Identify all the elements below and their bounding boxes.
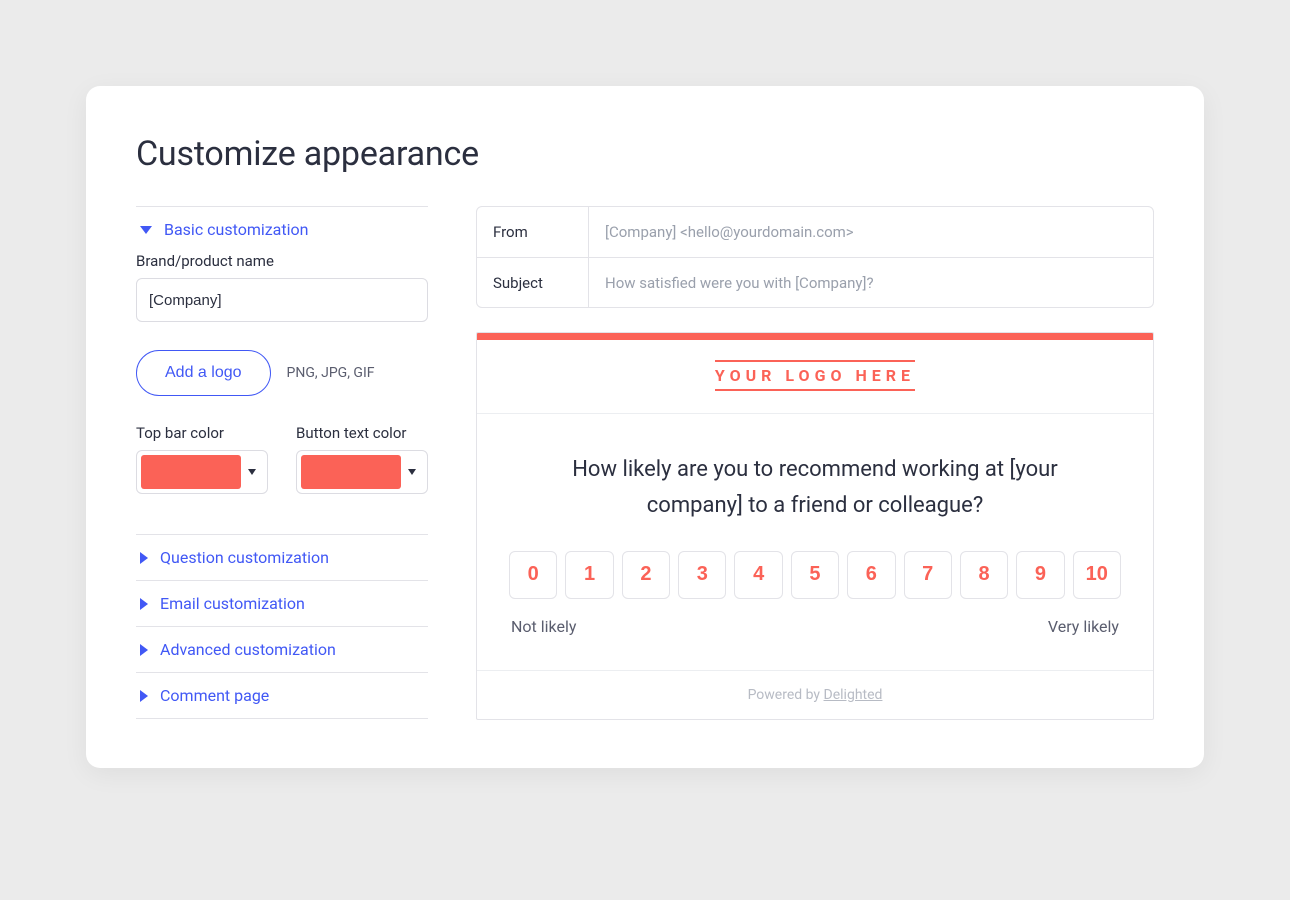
section-email-customization[interactable]: Email customization <box>136 581 428 626</box>
chevron-right-icon <box>140 552 148 564</box>
buttontext-color-swatch <box>301 455 401 489</box>
nps-button-5[interactable]: 5 <box>791 551 839 599</box>
topbar-color-label: Top bar color <box>136 424 268 442</box>
section-label: Basic customization <box>164 220 308 239</box>
subject-label: Subject <box>477 258 589 307</box>
footer-link[interactable]: Delighted <box>824 687 883 703</box>
add-logo-button[interactable]: Add a logo <box>136 350 271 396</box>
section-basic-customization[interactable]: Basic customization <box>136 207 428 252</box>
footer-prefix: Powered by <box>748 687 824 703</box>
nps-scale: 012345678910 <box>509 551 1121 599</box>
from-value: [Company] <hello@yourdomain.com> <box>589 207 1153 257</box>
email-headers: From [Company] <hello@yourdomain.com> Su… <box>476 206 1154 308</box>
section-comment-page[interactable]: Comment page <box>136 673 428 718</box>
email-preview: YOUR LOGO HERE How likely are you to rec… <box>476 332 1154 720</box>
section-label: Question customization <box>160 548 329 567</box>
brand-name-input[interactable] <box>136 278 428 322</box>
preview-panel: From [Company] <hello@yourdomain.com> Su… <box>476 206 1154 720</box>
chevron-down-icon <box>140 226 152 234</box>
from-label: From <box>477 207 589 257</box>
settings-panel: Basic customization Brand/product name A… <box>136 206 428 720</box>
survey-question: How likely are you to recommend working … <box>535 452 1095 525</box>
page-title: Customize appearance <box>136 134 1154 174</box>
brand-name-label: Brand/product name <box>136 252 428 270</box>
section-advanced-customization[interactable]: Advanced customization <box>136 627 428 672</box>
nps-button-7[interactable]: 7 <box>904 551 952 599</box>
nps-button-8[interactable]: 8 <box>960 551 1008 599</box>
section-label: Email customization <box>160 594 305 613</box>
chevron-right-icon <box>140 598 148 610</box>
nps-button-4[interactable]: 4 <box>734 551 782 599</box>
nps-button-9[interactable]: 9 <box>1016 551 1064 599</box>
nps-button-1[interactable]: 1 <box>565 551 613 599</box>
caret-down-icon <box>241 469 263 475</box>
buttontext-color-picker[interactable] <box>296 450 428 494</box>
nps-button-2[interactable]: 2 <box>622 551 670 599</box>
chevron-right-icon <box>140 690 148 702</box>
divider <box>136 718 428 719</box>
nps-button-3[interactable]: 3 <box>678 551 726 599</box>
subject-value: How satisfied were you with [Company]? <box>589 258 1153 307</box>
scale-high-label: Very likely <box>1048 617 1119 636</box>
preview-footer: Powered by Delighted <box>477 670 1153 719</box>
buttontext-color-label: Button text color <box>296 424 428 442</box>
logo-filetype-hint: PNG, JPG, GIF <box>287 365 375 381</box>
nps-button-10[interactable]: 10 <box>1073 551 1121 599</box>
nps-button-0[interactable]: 0 <box>509 551 557 599</box>
logo-placeholder: YOUR LOGO HERE <box>715 360 915 391</box>
section-question-customization[interactable]: Question customization <box>136 535 428 580</box>
nps-button-6[interactable]: 6 <box>847 551 895 599</box>
section-label: Comment page <box>160 686 269 705</box>
caret-down-icon <box>401 469 423 475</box>
section-basic-body: Brand/product name Add a logo PNG, JPG, … <box>136 252 428 514</box>
section-label: Advanced customization <box>160 640 336 659</box>
customize-appearance-card: Customize appearance Basic customization… <box>86 86 1204 768</box>
preview-topbar <box>477 333 1153 340</box>
topbar-color-picker[interactable] <box>136 450 268 494</box>
topbar-color-swatch <box>141 455 241 489</box>
chevron-right-icon <box>140 644 148 656</box>
scale-low-label: Not likely <box>511 617 576 636</box>
